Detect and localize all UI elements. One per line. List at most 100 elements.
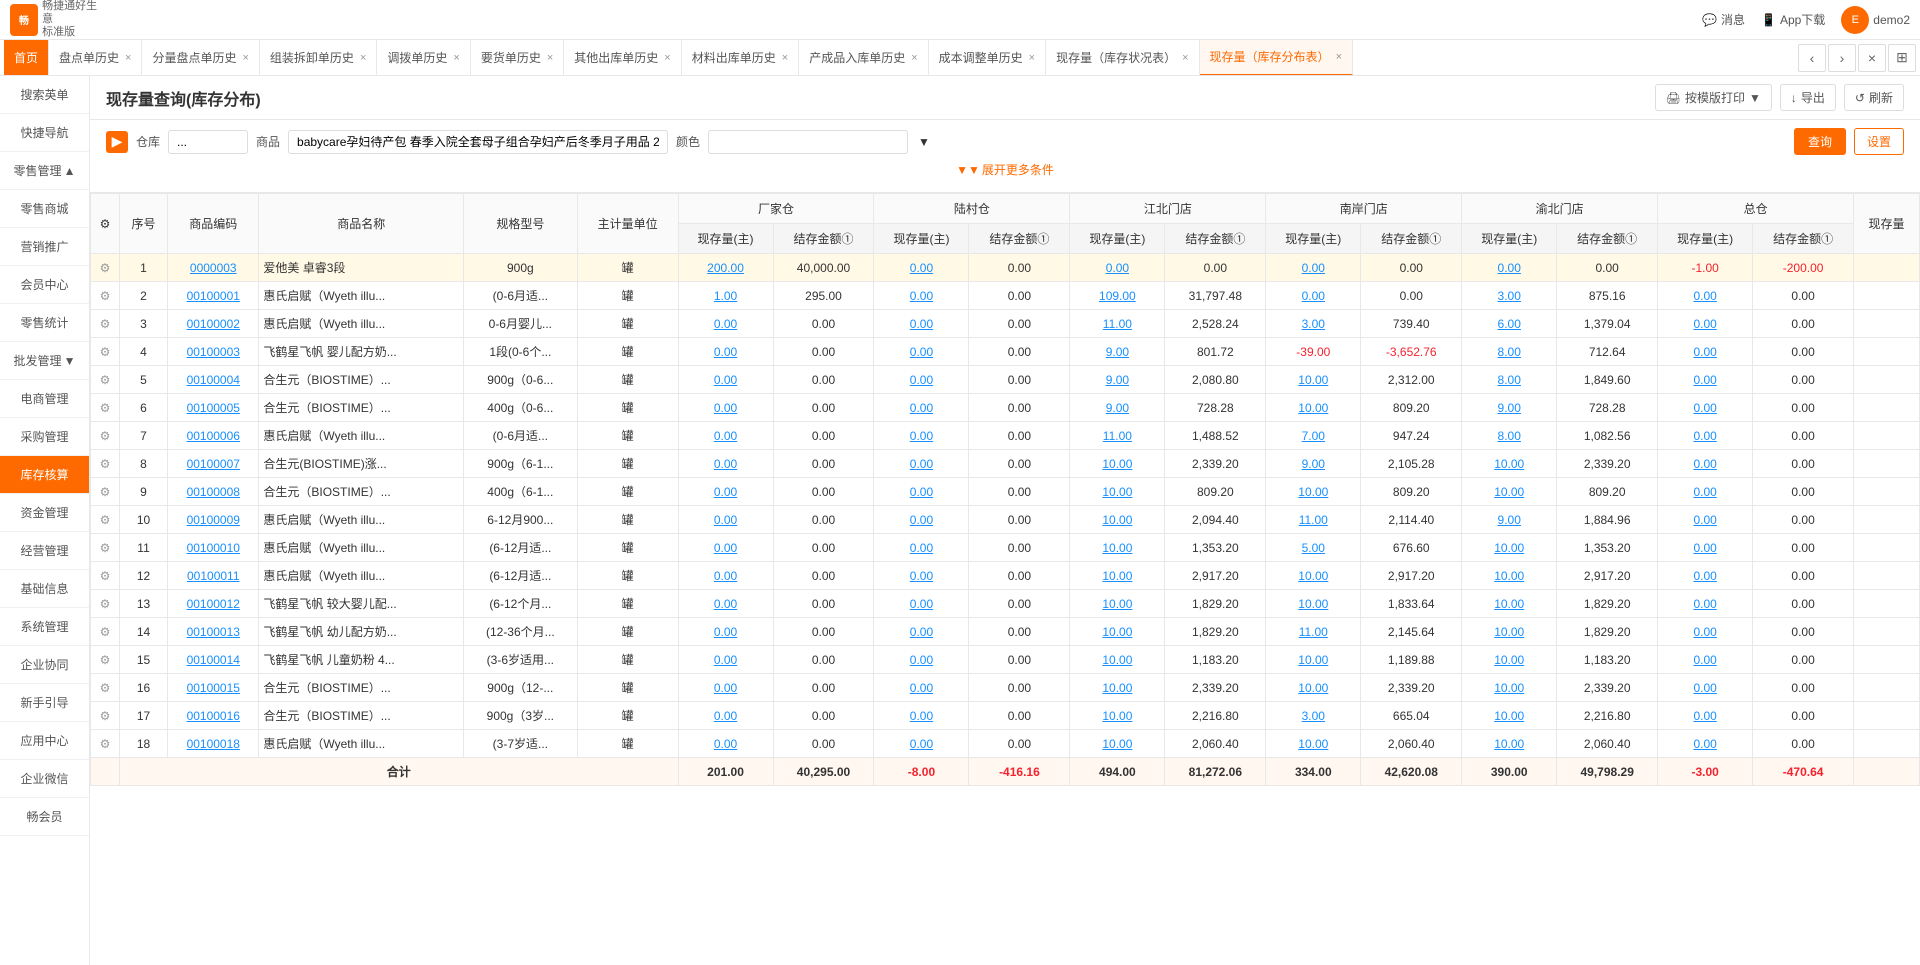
sidebar-item-wechat[interactable]: 企业微信 (0, 760, 89, 798)
row-gear[interactable]: ⚙ (91, 534, 120, 562)
row-lc-qty[interactable]: 0.00 (874, 422, 969, 450)
row-gear[interactable]: ⚙ (91, 702, 120, 730)
row-cj-qty[interactable]: 0.00 (678, 478, 773, 506)
tab-purchase-order[interactable]: 要货单历史 × (471, 40, 564, 76)
row-cj-qty[interactable]: 0.00 (678, 338, 773, 366)
row-jb-qty[interactable]: 10.00 (1070, 730, 1165, 758)
print-btn[interactable]: 🖨 按模版打印 ▼ (1655, 84, 1772, 111)
row-na-qty[interactable]: 10.00 (1266, 590, 1361, 618)
row-jb-qty[interactable]: 11.00 (1070, 422, 1165, 450)
row-lc-qty[interactable]: 0.00 (874, 562, 969, 590)
row-total-qty[interactable]: 0.00 (1658, 478, 1753, 506)
row-yb-qty[interactable]: 6.00 (1462, 310, 1557, 338)
sidebar-item-retail-shop[interactable]: 零售商城 (0, 190, 89, 228)
row-jb-qty[interactable]: 10.00 (1070, 450, 1165, 478)
row-na-qty[interactable]: 0.00 (1266, 282, 1361, 310)
sidebar-item-quick-nav[interactable]: 快捷导航 (0, 114, 89, 152)
row-total-qty[interactable]: 0.00 (1658, 450, 1753, 478)
row-jb-qty[interactable]: 10.00 (1070, 506, 1165, 534)
filter-toggle-btn[interactable]: ▶ (106, 131, 128, 153)
row-total-qty[interactable]: 0.00 (1658, 702, 1753, 730)
query-btn[interactable]: 查询 (1794, 128, 1846, 155)
tab-close-icon[interactable]: × (547, 52, 553, 64)
row-cj-qty[interactable]: 0.00 (678, 534, 773, 562)
tab-close-icon[interactable]: × (242, 52, 248, 64)
row-na-qty[interactable]: 10.00 (1266, 366, 1361, 394)
export-btn[interactable]: ↓ 导出 (1780, 84, 1836, 111)
row-na-qty[interactable]: 10.00 (1266, 562, 1361, 590)
row-yb-qty[interactable]: 10.00 (1462, 730, 1557, 758)
sidebar-item-member-plus[interactable]: 畅会员 (0, 798, 89, 836)
row-cj-qty[interactable]: 200.00 (678, 254, 773, 282)
row-lc-qty[interactable]: 0.00 (874, 254, 969, 282)
tab-close-icon[interactable]: × (360, 52, 366, 64)
row-lc-qty[interactable]: 0.00 (874, 478, 969, 506)
row-total-qty[interactable]: 0.00 (1658, 338, 1753, 366)
sidebar-item-marketing[interactable]: 营销推广 (0, 228, 89, 266)
row-jb-qty[interactable]: 9.00 (1070, 394, 1165, 422)
row-jb-qty[interactable]: 10.00 (1070, 590, 1165, 618)
tab-close-icon[interactable]: × (125, 52, 131, 64)
row-total-qty[interactable]: 0.00 (1658, 674, 1753, 702)
row-na-qty[interactable]: 5.00 (1266, 534, 1361, 562)
row-yb-qty[interactable]: 8.00 (1462, 338, 1557, 366)
row-na-qty[interactable]: 7.00 (1266, 422, 1361, 450)
tab-home[interactable]: 首页 (4, 40, 49, 76)
row-jb-qty[interactable]: 11.00 (1070, 310, 1165, 338)
row-na-qty[interactable]: 0.00 (1266, 254, 1361, 282)
row-gear[interactable]: ⚙ (91, 338, 120, 366)
row-yb-qty[interactable]: 10.00 (1462, 478, 1557, 506)
row-cj-qty[interactable]: 0.00 (678, 422, 773, 450)
row-total-qty[interactable]: 0.00 (1658, 534, 1753, 562)
row-lc-qty[interactable]: 0.00 (874, 338, 969, 366)
tab-close-icon[interactable]: × (1182, 52, 1188, 64)
row-yb-qty[interactable]: 9.00 (1462, 506, 1557, 534)
row-na-qty[interactable]: 10.00 (1266, 394, 1361, 422)
row-na-qty[interactable]: 11.00 (1266, 506, 1361, 534)
row-gear[interactable]: ⚙ (91, 618, 120, 646)
row-jb-qty[interactable]: 9.00 (1070, 338, 1165, 366)
row-total-qty[interactable]: 0.00 (1658, 394, 1753, 422)
tab-transfer[interactable]: 调拨单历史 × (377, 40, 470, 76)
row-lc-qty[interactable]: 0.00 (874, 590, 969, 618)
row-gear[interactable]: ⚙ (91, 366, 120, 394)
row-cj-qty[interactable]: 0.00 (678, 618, 773, 646)
row-lc-qty[interactable]: 0.00 (874, 394, 969, 422)
tab-cost-adjust[interactable]: 成本调整单历史 × (929, 40, 1046, 76)
sidebar-item-operation[interactable]: 经营管理 (0, 532, 89, 570)
sidebar-item-app-center[interactable]: 应用中心 (0, 722, 89, 760)
row-total-qty[interactable]: -1.00 (1658, 254, 1753, 282)
tab-stock-status[interactable]: 现存量（库存状况表） × (1046, 40, 1199, 76)
sidebar-item-search[interactable]: 搜索英单 (0, 76, 89, 114)
tab-material-outbound[interactable]: 材料出库单历史 × (682, 40, 799, 76)
row-lc-qty[interactable]: 0.00 (874, 310, 969, 338)
row-cj-qty[interactable]: 0.00 (678, 646, 773, 674)
row-jb-qty[interactable]: 10.00 (1070, 646, 1165, 674)
sidebar-item-member[interactable]: 会员中心 (0, 266, 89, 304)
row-gear[interactable]: ⚙ (91, 674, 120, 702)
tab-expand-btn[interactable]: ⊞ (1888, 44, 1916, 72)
row-cj-qty[interactable]: 0.00 (678, 310, 773, 338)
row-gear[interactable]: ⚙ (91, 590, 120, 618)
sidebar-item-system[interactable]: 系统管理 (0, 608, 89, 646)
row-lc-qty[interactable]: 0.00 (874, 618, 969, 646)
sidebar-item-basic-info[interactable]: 基础信息 (0, 570, 89, 608)
row-na-qty[interactable]: 9.00 (1266, 450, 1361, 478)
expand-conditions-btn[interactable]: ▼▼ 展开更多条件 (956, 161, 1054, 178)
row-total-qty[interactable]: 0.00 (1658, 506, 1753, 534)
row-gear[interactable]: ⚙ (91, 562, 120, 590)
row-cj-qty[interactable]: 0.00 (678, 394, 773, 422)
row-na-qty[interactable]: 10.00 (1266, 674, 1361, 702)
row-jb-qty[interactable]: 10.00 (1070, 478, 1165, 506)
row-total-qty[interactable]: 0.00 (1658, 646, 1753, 674)
row-lc-qty[interactable]: 0.00 (874, 646, 969, 674)
tab-close-icon[interactable]: × (782, 52, 788, 64)
row-na-qty[interactable]: 10.00 (1266, 478, 1361, 506)
row-gear[interactable]: ⚙ (91, 506, 120, 534)
sidebar-item-inventory[interactable]: 库存核算 (0, 456, 89, 494)
row-yb-qty[interactable]: 8.00 (1462, 366, 1557, 394)
row-lc-qty[interactable]: 0.00 (874, 506, 969, 534)
row-na-qty[interactable]: 11.00 (1266, 618, 1361, 646)
tab-close-icon[interactable]: × (1029, 52, 1035, 64)
row-gear[interactable]: ⚙ (91, 450, 120, 478)
